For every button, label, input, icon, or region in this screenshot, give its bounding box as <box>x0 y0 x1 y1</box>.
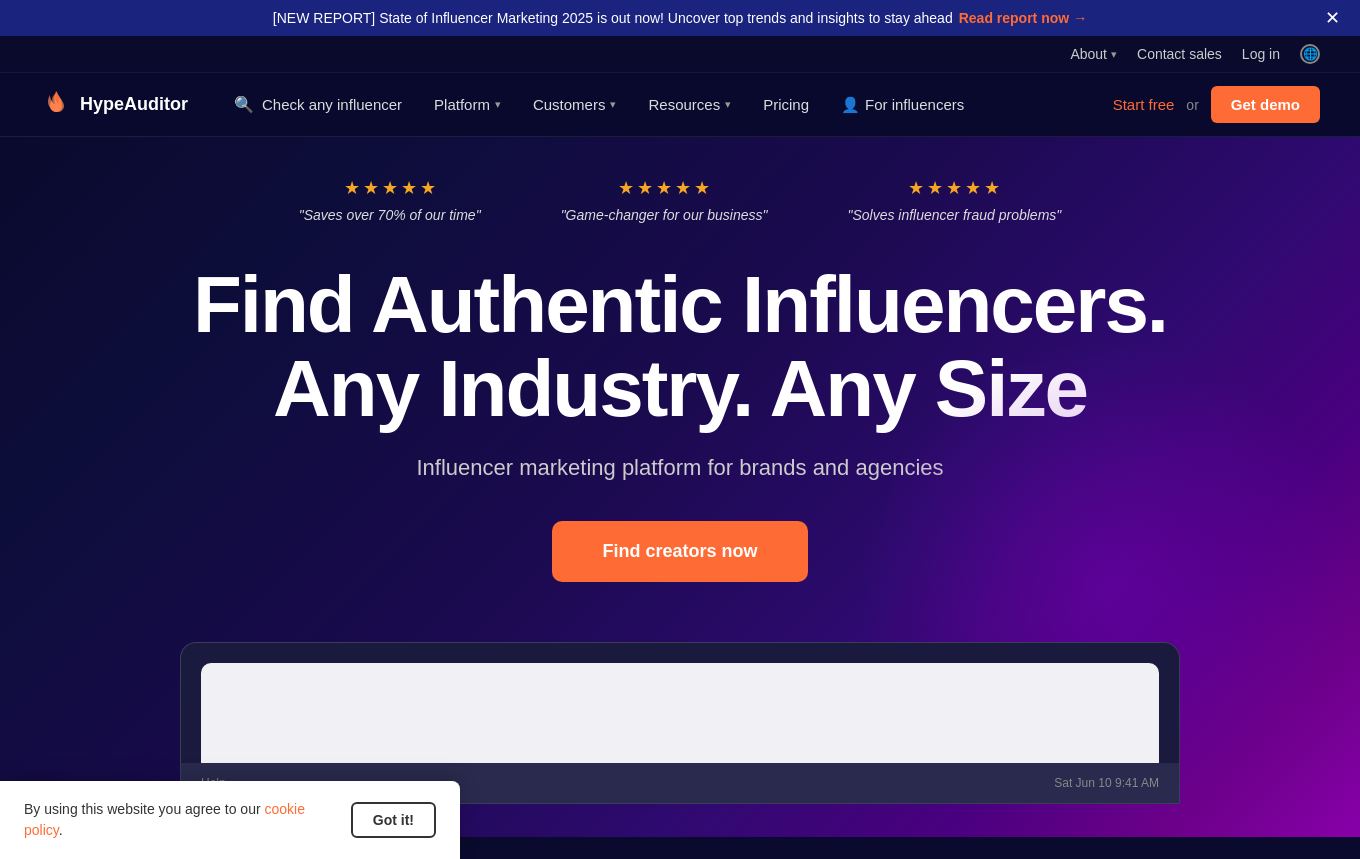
star-icon: ★ <box>344 177 360 199</box>
customers-label: Customers <box>533 96 606 113</box>
stars-1: ★ ★ ★ ★ ★ <box>299 177 481 199</box>
resources-label: Resources <box>648 96 720 113</box>
hero-heading: Find Authentic Influencers. Any Industry… <box>193 263 1167 431</box>
about-dropdown[interactable]: About ▾ <box>1070 46 1117 62</box>
check-influencer-nav-item[interactable]: 🔍 Check any influencer <box>218 73 418 137</box>
main-nav: HypeAuditor 🔍 Check any influencer Platf… <box>0 73 1360 137</box>
star-icon: ★ <box>637 177 653 199</box>
person-icon: 👤 <box>841 96 860 114</box>
star-icon: ★ <box>382 177 398 199</box>
star-icon: ★ <box>363 177 379 199</box>
platform-chevron-icon: ▾ <box>495 98 501 111</box>
resources-nav-item[interactable]: Resources ▾ <box>632 73 747 137</box>
star-icon: ★ <box>946 177 962 199</box>
search-icon: 🔍 <box>234 95 254 114</box>
star-icon: ★ <box>401 177 417 199</box>
testimonial-3: ★ ★ ★ ★ ★ "Solves influencer fraud probl… <box>847 177 1061 223</box>
pricing-nav-item[interactable]: Pricing <box>747 73 825 137</box>
hero-heading-line2: Any Industry. Any Size <box>273 344 1087 433</box>
find-creators-button[interactable]: Find creators now <box>552 521 807 582</box>
dashboard-preview: Help Sat Jun 10 9:41 AM <box>180 642 1180 804</box>
customers-chevron-icon: ▾ <box>610 98 616 111</box>
cookie-text: By using this website you agree to our c… <box>24 799 335 841</box>
stars-3: ★ ★ ★ ★ ★ <box>847 177 1061 199</box>
about-label: About <box>1070 46 1107 62</box>
cookie-message: By using this website you agree to our <box>24 801 261 817</box>
about-chevron-icon: ▾ <box>1111 48 1117 61</box>
testimonials-row: ★ ★ ★ ★ ★ "Saves over 70% of our time" ★… <box>230 177 1130 223</box>
resources-chevron-icon: ▾ <box>725 98 731 111</box>
cookie-banner: By using this website you agree to our c… <box>0 781 460 859</box>
testimonial-2: ★ ★ ★ ★ ★ "Game-changer for our business… <box>561 177 768 223</box>
logo[interactable]: HypeAuditor <box>40 89 188 121</box>
hero-section: ★ ★ ★ ★ ★ "Saves over 70% of our time" ★… <box>0 137 1360 837</box>
top-nav: About ▾ Contact sales Log in 🌐 <box>0 36 1360 73</box>
star-icon: ★ <box>965 177 981 199</box>
logo-flame-icon <box>40 89 72 121</box>
star-icon: ★ <box>927 177 943 199</box>
for-influencers-label: For influencers <box>865 96 964 113</box>
start-free-link[interactable]: Start free <box>1113 96 1175 113</box>
or-separator: or <box>1186 97 1198 113</box>
hero-subheading: Influencer marketing platform for brands… <box>416 455 943 481</box>
hero-heading-line1: Find Authentic Influencers. <box>193 260 1167 349</box>
get-demo-button[interactable]: Get demo <box>1211 86 1320 123</box>
got-it-button[interactable]: Got it! <box>351 802 436 838</box>
check-influencer-label: Check any influencer <box>262 96 402 113</box>
language-selector-icon[interactable]: 🌐 <box>1300 44 1320 64</box>
contact-sales-link[interactable]: Contact sales <box>1137 46 1222 62</box>
star-icon: ★ <box>656 177 672 199</box>
testimonial-2-text: "Game-changer for our business" <box>561 207 768 223</box>
date-time-label: Sat Jun 10 9:41 AM <box>1054 776 1159 790</box>
nav-links: 🔍 Check any influencer Platform ▾ Custom… <box>218 73 1113 137</box>
star-icon: ★ <box>984 177 1000 199</box>
stars-2: ★ ★ ★ ★ ★ <box>561 177 768 199</box>
testimonial-1: ★ ★ ★ ★ ★ "Saves over 70% of our time" <box>299 177 481 223</box>
platform-nav-item[interactable]: Platform ▾ <box>418 73 517 137</box>
for-influencers-nav-item[interactable]: 👤 For influencers <box>825 73 980 137</box>
star-icon: ★ <box>694 177 710 199</box>
customers-nav-item[interactable]: Customers ▾ <box>517 73 633 137</box>
announcement-close-button[interactable]: ✕ <box>1325 9 1340 27</box>
nav-actions: Start free or Get demo <box>1113 86 1320 123</box>
star-icon: ★ <box>618 177 634 199</box>
announcement-text: [NEW REPORT] State of Influencer Marketi… <box>273 10 953 26</box>
star-icon: ★ <box>908 177 924 199</box>
testimonial-3-text: "Solves influencer fraud problems" <box>847 207 1061 223</box>
announcement-bar: [NEW REPORT] State of Influencer Marketi… <box>0 0 1360 36</box>
read-report-link[interactable]: Read report now → <box>959 10 1087 26</box>
platform-label: Platform <box>434 96 490 113</box>
star-icon: ★ <box>420 177 436 199</box>
star-icon: ★ <box>675 177 691 199</box>
login-link[interactable]: Log in <box>1242 46 1280 62</box>
pricing-label: Pricing <box>763 96 809 113</box>
logo-text: HypeAuditor <box>80 94 188 115</box>
testimonial-1-text: "Saves over 70% of our time" <box>299 207 481 223</box>
